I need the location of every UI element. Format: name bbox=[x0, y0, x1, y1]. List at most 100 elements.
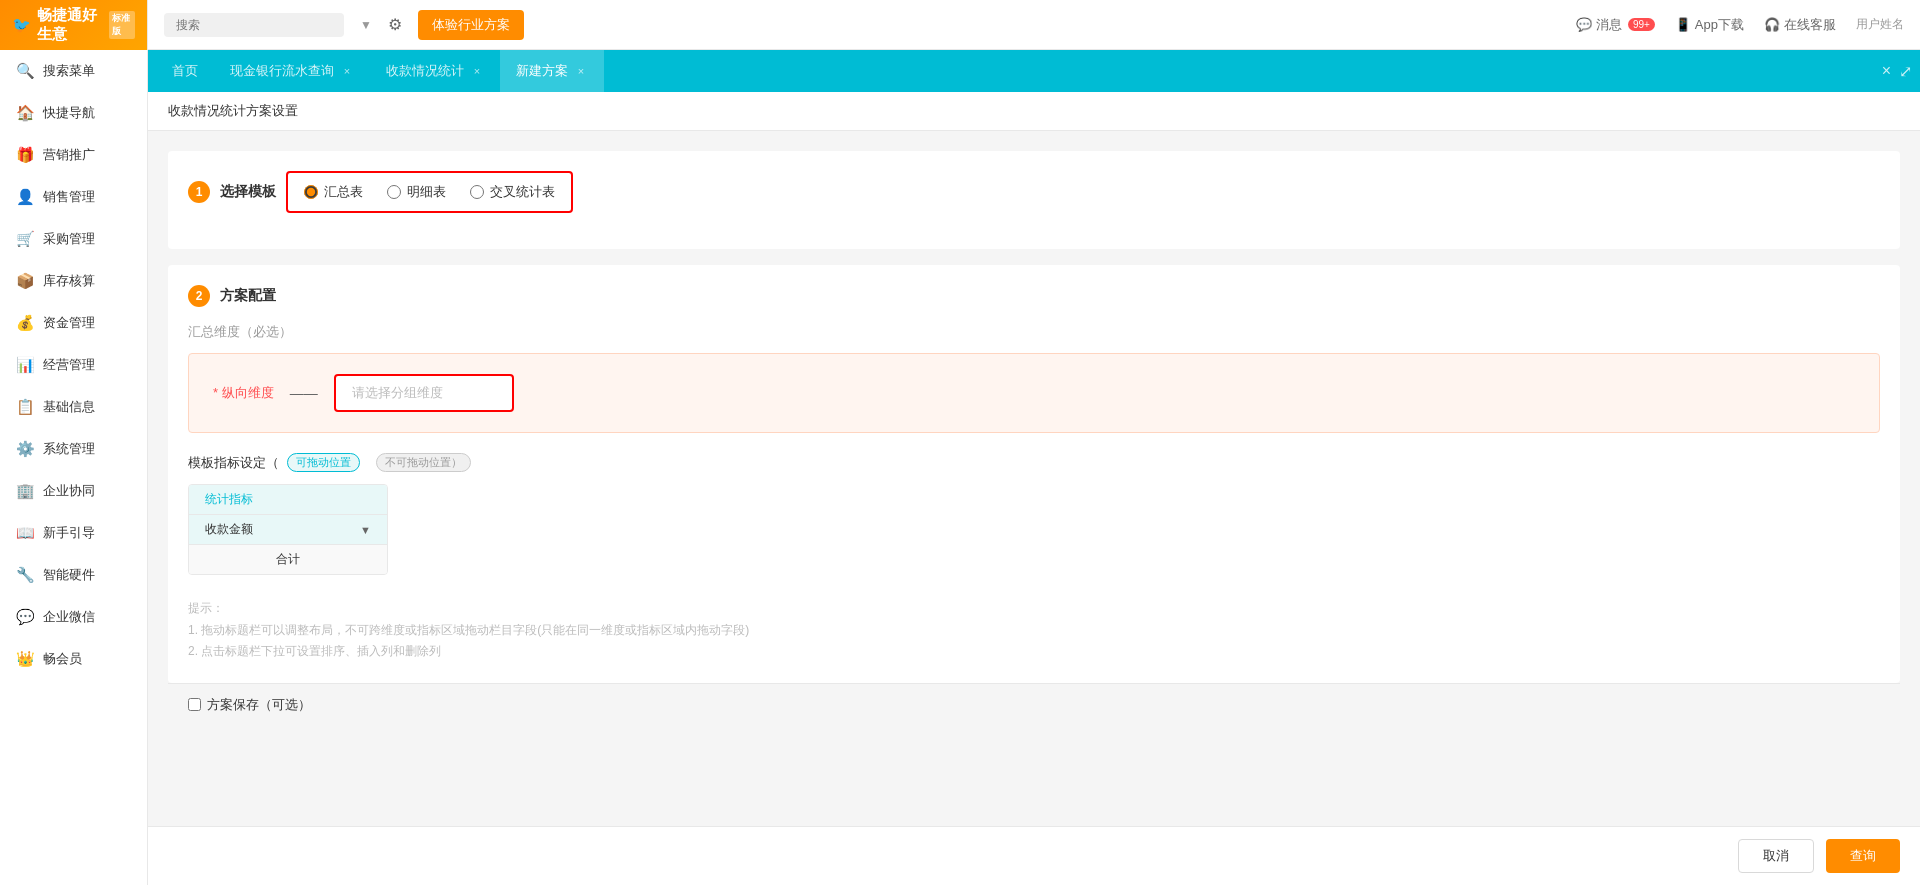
user-info: 用户姓名 bbox=[1856, 16, 1904, 33]
sidebar-item-inventory[interactable]: 📦 库存核算 bbox=[0, 260, 147, 302]
tab-label: 现金银行流水查询 bbox=[230, 62, 334, 80]
dimension-area: * 纵向维度 —— 请选择分组维度 bbox=[188, 353, 1880, 433]
sidebar-item-enterprise[interactable]: 🏢 企业协同 bbox=[0, 470, 147, 512]
vertical-dimension-label: * 纵向维度 bbox=[213, 384, 274, 402]
radio-detail-label: 明细表 bbox=[407, 183, 446, 201]
radio-cross-input[interactable] bbox=[470, 185, 484, 199]
online-service-button[interactable]: 🎧 在线客服 bbox=[1764, 16, 1836, 34]
tab-close-bank-flow[interactable]: × bbox=[340, 64, 354, 78]
tabs-bar: 首页 现金银行流水查询 × 收款情况统计 × 新建方案 × × ⤢ bbox=[148, 50, 1920, 92]
sidebar-item-label: 营销推广 bbox=[43, 146, 95, 164]
sidebar-item-label: 智能硬件 bbox=[43, 566, 95, 584]
sidebar-item-system[interactable]: ⚙️ 系统管理 bbox=[0, 428, 147, 470]
sidebar-item-label: 畅会员 bbox=[43, 650, 82, 668]
tips-title: 提示： bbox=[188, 601, 224, 615]
tab-home[interactable]: 首页 bbox=[156, 50, 214, 92]
sidebar-item-finance[interactable]: 💰 资金管理 bbox=[0, 302, 147, 344]
message-label: 消息 bbox=[1596, 16, 1622, 34]
topbar-right: 💬 消息 99+ 📱 App下载 🎧 在线客服 用户姓名 bbox=[1576, 16, 1904, 34]
sidebar-item-label: 搜索菜单 bbox=[43, 62, 95, 80]
radio-detail[interactable]: 明细表 bbox=[387, 183, 446, 201]
radio-summary[interactable]: 汇总表 bbox=[304, 183, 363, 201]
search-icon: 🔍 bbox=[16, 62, 35, 80]
topbar-dropdown-icon[interactable]: ▼ bbox=[360, 18, 372, 32]
tab-bank-flow[interactable]: 现金银行流水查询 × bbox=[214, 50, 370, 92]
app-download-label: App下载 bbox=[1695, 16, 1744, 34]
building-icon: 🏢 bbox=[16, 482, 35, 500]
crown-icon: 👑 bbox=[16, 650, 35, 668]
app-download-button[interactable]: 📱 App下载 bbox=[1675, 16, 1744, 34]
radio-detail-input[interactable] bbox=[387, 185, 401, 199]
radio-cross-label: 交叉统计表 bbox=[490, 183, 555, 201]
action-bar: 取消 查询 bbox=[148, 826, 1920, 885]
sidebar-item-basic[interactable]: 📋 基础信息 bbox=[0, 386, 147, 428]
online-service-label: 在线客服 bbox=[1784, 16, 1836, 34]
draggable-badge: 可拖动位置 bbox=[287, 453, 360, 472]
search-input[interactable] bbox=[164, 13, 344, 37]
metric-settings-title: 模板指标设定（ 可拖动位置 不可拖动位置） bbox=[188, 453, 1880, 472]
page-header: 收款情况统计方案设置 bbox=[148, 92, 1920, 131]
step1-section: 1 选择模板 汇总表 明细表 交叉统计表 bbox=[168, 151, 1900, 249]
content-area: 收款情况统计方案设置 1 选择模板 汇总表 明细表 bbox=[148, 92, 1920, 885]
query-button[interactable]: 查询 bbox=[1826, 839, 1900, 873]
step1-header: 1 选择模板 汇总表 明细表 交叉统计表 bbox=[188, 171, 1880, 213]
radio-summary-label: 汇总表 bbox=[324, 183, 363, 201]
window-max-icon[interactable]: ⤢ bbox=[1899, 62, 1912, 81]
sidebar-item-label: 销售管理 bbox=[43, 188, 95, 206]
message-button[interactable]: 💬 消息 99+ bbox=[1576, 16, 1655, 34]
logo-text: 畅捷通好生意 bbox=[37, 6, 103, 44]
metric-column-header-row: 收款金额 ▼ bbox=[189, 515, 387, 545]
step2-title: 方案配置 bbox=[220, 287, 276, 305]
clipboard-icon: 📋 bbox=[16, 398, 35, 416]
step1-number: 1 bbox=[188, 181, 210, 203]
tip-item-2: 2. 点击标题栏下拉可设置排序、插入列和删除列 bbox=[188, 641, 1880, 663]
tabs-bar-controls: × ⤢ bbox=[1882, 62, 1912, 81]
tab-close-new-plan[interactable]: × bbox=[574, 64, 588, 78]
cart-icon: 🛒 bbox=[16, 230, 35, 248]
cancel-button[interactable]: 取消 bbox=[1738, 839, 1814, 873]
sidebar-item-search[interactable]: 🔍 搜索菜单 bbox=[0, 50, 147, 92]
gift-icon: 🎁 bbox=[16, 146, 35, 164]
radio-cross[interactable]: 交叉统计表 bbox=[470, 183, 555, 201]
tab-close-receipt-stats[interactable]: × bbox=[470, 64, 484, 78]
sidebar-item-hardware[interactable]: 🔧 智能硬件 bbox=[0, 554, 147, 596]
step2-number: 2 bbox=[188, 285, 210, 307]
chart-icon: 📊 bbox=[16, 356, 35, 374]
sidebar-item-label: 经营管理 bbox=[43, 356, 95, 374]
template-select-row: 汇总表 明细表 交叉统计表 bbox=[286, 171, 573, 213]
download-icon: 📱 bbox=[1675, 17, 1691, 32]
metric-col-dropdown-icon[interactable]: ▼ bbox=[360, 524, 371, 536]
tab-new-plan[interactable]: 新建方案 × bbox=[500, 50, 604, 92]
sidebar-item-member[interactable]: 👑 畅会员 bbox=[0, 638, 147, 680]
sidebar-item-label: 新手引导 bbox=[43, 524, 95, 542]
settings-icon[interactable]: ⚙ bbox=[388, 15, 402, 34]
trial-button[interactable]: 体验行业方案 bbox=[418, 10, 524, 40]
service-icon: 🎧 bbox=[1764, 17, 1780, 32]
tab-receipt-stats[interactable]: 收款情况统计 × bbox=[370, 50, 500, 92]
sidebar-item-purchase[interactable]: 🛒 采购管理 bbox=[0, 218, 147, 260]
dimension-arrow: —— bbox=[290, 385, 318, 401]
dimension-select[interactable]: 请选择分组维度 bbox=[334, 374, 514, 412]
metric-total-row: 合计 bbox=[189, 545, 387, 574]
page-body: 1 选择模板 汇总表 明细表 交叉统计表 bbox=[148, 131, 1920, 826]
tips-section: 提示： 1. 拖动标题栏可以调整布局，不可跨维度或指标区域拖动栏目字段(只能在同… bbox=[188, 598, 1880, 663]
sidebar: 🐦 畅捷通好生意 标准版 🔍 搜索菜单 🏠 快捷导航 🎁 营销推广 👤 销售管理… bbox=[0, 0, 148, 885]
window-close-icon[interactable]: × bbox=[1882, 62, 1891, 81]
logo-icon: 🐦 bbox=[12, 16, 31, 34]
radio-summary-input[interactable] bbox=[304, 185, 318, 199]
step2-header: 2 方案配置 bbox=[188, 285, 1880, 307]
metric-table: 统计指标 收款金额 ▼ 合计 bbox=[188, 484, 388, 575]
money-icon: 💰 bbox=[16, 314, 35, 332]
sidebar-item-quick-nav[interactable]: 🏠 快捷导航 bbox=[0, 92, 147, 134]
sidebar-item-marketing[interactable]: 🎁 营销推广 bbox=[0, 134, 147, 176]
save-plan-checkbox-label[interactable]: 方案保存（可选） bbox=[188, 696, 311, 714]
home-icon: 🏠 bbox=[16, 104, 35, 122]
sidebar-item-sales[interactable]: 👤 销售管理 bbox=[0, 176, 147, 218]
tip-item-1: 1. 拖动标题栏可以调整布局，不可跨维度或指标区域拖动栏目字段(只能在同一维度或… bbox=[188, 620, 1880, 642]
sidebar-item-guide[interactable]: 📖 新手引导 bbox=[0, 512, 147, 554]
save-plan-checkbox[interactable] bbox=[188, 698, 201, 711]
sidebar-item-wechat[interactable]: 💬 企业微信 bbox=[0, 596, 147, 638]
sidebar-item-label: 企业微信 bbox=[43, 608, 95, 626]
sidebar-item-operations[interactable]: 📊 经营管理 bbox=[0, 344, 147, 386]
user-icon: 👤 bbox=[16, 188, 35, 206]
